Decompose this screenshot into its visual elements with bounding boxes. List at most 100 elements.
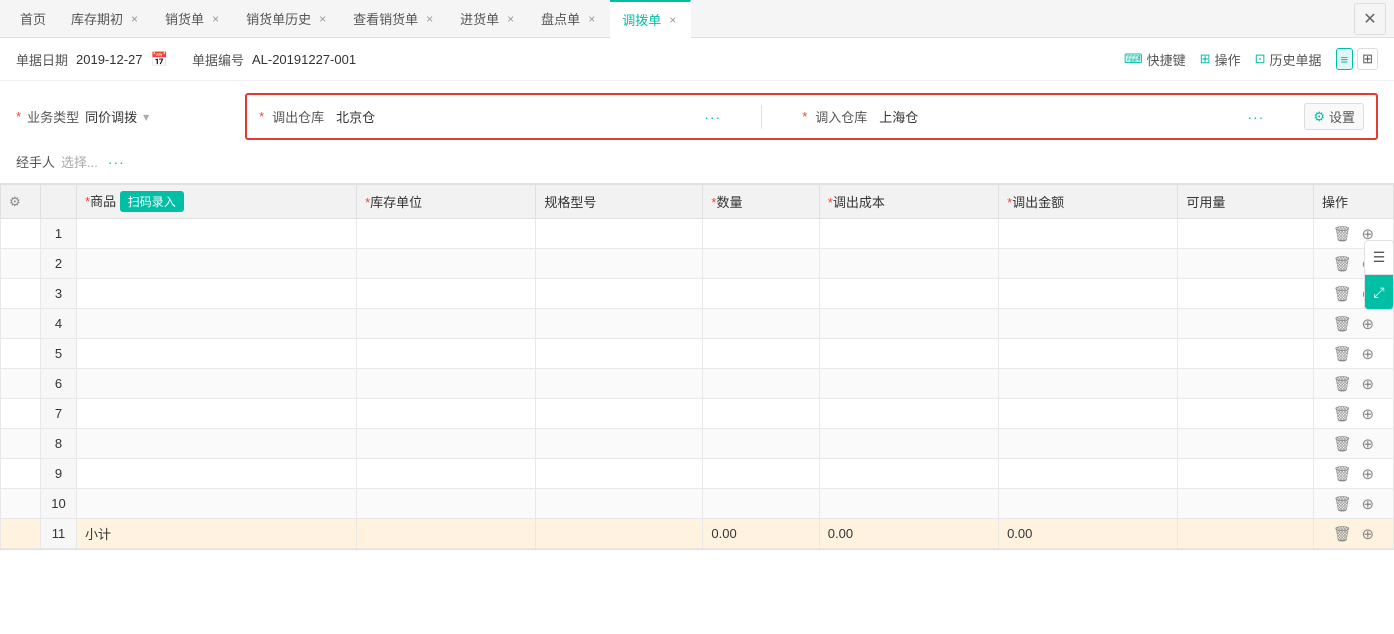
settings-button[interactable]: ⚙ 设置 <box>1304 103 1364 130</box>
row-amount-cell[interactable] <box>999 249 1178 279</box>
row-cost-cell[interactable] <box>819 459 998 489</box>
tab-stocktaking[interactable]: 盘点单 × <box>529 0 610 38</box>
warehouse-out-value[interactable]: 北京仓 <box>336 107 375 126</box>
row-amount-cell[interactable] <box>999 369 1178 399</box>
row-product-cell[interactable] <box>77 219 357 249</box>
row-unit-cell[interactable] <box>357 339 536 369</box>
handler-ellipsis[interactable]: ··· <box>108 154 125 170</box>
doc-date-value[interactable]: 2019-12-27 <box>76 52 143 67</box>
row-amount-cell[interactable] <box>999 459 1178 489</box>
tab-sales-history-close[interactable]: × <box>317 12 328 26</box>
tab-transfer[interactable]: 调拨单 × <box>610 0 691 38</box>
side-expand-icon[interactable]: ⤢ <box>1365 275 1393 309</box>
copy-icon[interactable]: ⊕ <box>1359 436 1378 453</box>
tab-view-sales-close[interactable]: × <box>424 12 435 26</box>
row-product-cell[interactable] <box>77 429 357 459</box>
row-spec-cell[interactable] <box>536 369 703 399</box>
tab-sales-order-close[interactable]: × <box>210 12 221 26</box>
row-cost-cell[interactable] <box>819 279 998 309</box>
row-unit-cell[interactable] <box>357 369 536 399</box>
row-spec-cell[interactable] <box>536 489 703 519</box>
row-amount-cell[interactable] <box>999 429 1178 459</box>
row-spec-cell[interactable] <box>536 309 703 339</box>
row-spec-cell[interactable] <box>536 399 703 429</box>
delete-icon[interactable]: 🗑 <box>1330 226 1355 243</box>
shortcut-button[interactable]: ⌨ 快捷键 <box>1124 50 1186 69</box>
row-unit-cell[interactable] <box>357 429 536 459</box>
delete-icon[interactable]: 🗑 <box>1330 496 1355 513</box>
delete-icon[interactable]: 🗑 <box>1330 406 1355 423</box>
row-cost-cell[interactable] <box>819 339 998 369</box>
delete-icon[interactable]: 🗑 <box>1330 466 1355 483</box>
row-amount-cell[interactable] <box>999 489 1178 519</box>
row-product-cell[interactable] <box>77 369 357 399</box>
gear-header[interactable]: ⚙ <box>1 185 41 219</box>
copy-icon[interactable]: ⊕ <box>1359 346 1378 363</box>
row-amount-cell[interactable] <box>999 339 1178 369</box>
tab-inventory-init-close[interactable]: × <box>129 12 140 26</box>
warehouse-in-ellipsis[interactable]: ··· <box>1247 109 1264 125</box>
delete-icon[interactable]: 🗑 <box>1330 526 1355 543</box>
row-product-cell[interactable] <box>77 489 357 519</box>
row-product-cell[interactable] <box>77 339 357 369</box>
history-button[interactable]: ⊡ 历史单据 <box>1255 50 1322 69</box>
row-unit-cell[interactable] <box>357 309 536 339</box>
row-qty-cell[interactable] <box>703 219 819 249</box>
side-list-icon[interactable]: ☰ <box>1365 241 1393 275</box>
row-product-cell[interactable] <box>77 309 357 339</box>
warehouse-in-value[interactable]: 上海仓 <box>879 107 918 126</box>
row-cost-cell[interactable] <box>819 309 998 339</box>
row-product-cell[interactable] <box>77 249 357 279</box>
business-type-chevron-icon[interactable]: ▾ <box>143 110 149 124</box>
row-qty-cell[interactable] <box>703 369 819 399</box>
row-spec-cell[interactable] <box>536 219 703 249</box>
row-qty-cell[interactable] <box>703 279 819 309</box>
tab-inventory-init[interactable]: 库存期初 × <box>59 0 153 38</box>
row-cost-cell[interactable] <box>819 399 998 429</box>
row-unit-cell[interactable] <box>357 489 536 519</box>
tab-transfer-close[interactable]: × <box>667 13 678 27</box>
row-unit-cell[interactable] <box>357 459 536 489</box>
row-unit-cell[interactable] <box>357 249 536 279</box>
copy-icon[interactable]: ⊕ <box>1359 496 1378 513</box>
gear-icon[interactable]: ⚙ <box>9 194 21 209</box>
row-qty-cell[interactable] <box>703 489 819 519</box>
tab-sales-order[interactable]: 销货单 × <box>153 0 234 38</box>
delete-icon[interactable]: 🗑 <box>1330 376 1355 393</box>
delete-icon[interactable]: 🗑 <box>1330 436 1355 453</box>
row-amount-cell[interactable] <box>999 219 1178 249</box>
row-spec-cell[interactable] <box>536 339 703 369</box>
grid-view-btn[interactable]: ⊞ <box>1357 48 1378 70</box>
row-cost-cell[interactable] <box>819 219 998 249</box>
row-qty-cell[interactable] <box>703 249 819 279</box>
tab-sales-history[interactable]: 销货单历史 × <box>234 0 341 38</box>
row-unit-cell[interactable] <box>357 279 536 309</box>
business-type-value-container[interactable]: 同价调拨 ▾ <box>85 107 205 126</box>
delete-icon[interactable]: 🗑 <box>1330 316 1355 333</box>
copy-icon[interactable]: ⊕ <box>1359 466 1378 483</box>
delete-icon[interactable]: 🗑 <box>1330 286 1355 303</box>
calendar-icon[interactable]: 📅 <box>151 51 168 68</box>
row-qty-cell[interactable] <box>703 309 819 339</box>
row-cost-cell[interactable] <box>819 249 998 279</box>
scan-entry-button[interactable]: 扫码录入 <box>120 191 184 212</box>
row-cost-cell[interactable] <box>819 489 998 519</box>
row-spec-cell[interactable] <box>536 459 703 489</box>
row-cost-cell[interactable] <box>819 369 998 399</box>
copy-icon[interactable]: ⊕ <box>1359 406 1378 423</box>
row-unit-cell[interactable] <box>357 219 536 249</box>
row-spec-cell[interactable] <box>536 279 703 309</box>
operations-button[interactable]: ⊞ 操作 <box>1200 50 1241 69</box>
delete-icon[interactable]: 🗑 <box>1330 346 1355 363</box>
row-qty-cell[interactable] <box>703 429 819 459</box>
row-product-cell[interactable] <box>77 399 357 429</box>
row-qty-cell[interactable] <box>703 399 819 429</box>
row-qty-cell[interactable] <box>703 339 819 369</box>
warehouse-out-ellipsis[interactable]: ··· <box>704 109 721 125</box>
tab-purchase-close[interactable]: × <box>505 12 516 26</box>
row-product-cell[interactable] <box>77 459 357 489</box>
row-unit-cell[interactable] <box>357 399 536 429</box>
window-close-button[interactable]: ✕ <box>1354 3 1386 35</box>
copy-icon[interactable]: ⊕ <box>1359 376 1378 393</box>
row-spec-cell[interactable] <box>536 249 703 279</box>
